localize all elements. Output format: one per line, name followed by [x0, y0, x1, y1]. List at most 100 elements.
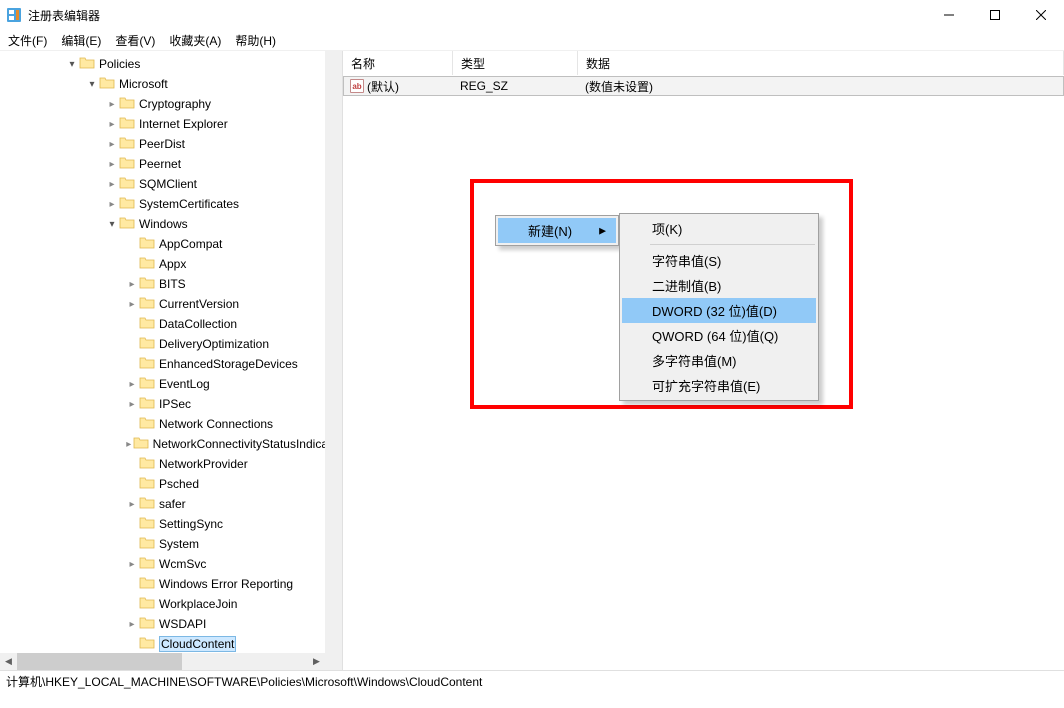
ctx-item-string[interactable]: 字符串值(S)	[622, 248, 816, 273]
tree-item[interactable]: ▸PeerDist	[0, 134, 342, 154]
scroll-left-button[interactable]: ◀	[0, 653, 17, 670]
window-title: 注册表编辑器	[28, 7, 100, 24]
tree-item[interactable]: EnhancedStorageDevices	[0, 354, 342, 374]
tree-item[interactable]: ▸Cryptography	[0, 94, 342, 114]
list-row[interactable]: ab (默认) REG_SZ (数值未设置)	[343, 76, 1064, 96]
tree-item[interactable]: DataCollection	[0, 314, 342, 334]
menu-file[interactable]: 文件(F)	[8, 32, 47, 49]
tree-pane: ▾Policies▾Microsoft▸Cryptography▸Interne…	[0, 51, 343, 670]
folder-icon	[139, 516, 155, 532]
folder-icon	[119, 196, 135, 212]
folder-icon	[139, 276, 155, 292]
ctx-item-qword[interactable]: QWORD (64 位)值(Q)	[622, 323, 816, 348]
tree-item[interactable]: ▸BITS	[0, 274, 342, 294]
scroll-thumb[interactable]	[17, 653, 182, 670]
ctx-separator	[650, 244, 815, 245]
tree-item[interactable]: WorkplaceJoin	[0, 594, 342, 614]
submenu-arrow-icon: ▶	[599, 225, 606, 236]
ctx-item-key[interactable]: 项(K)	[622, 216, 816, 241]
folder-icon	[99, 76, 115, 92]
tree-item[interactable]: ▸CurrentVersion	[0, 294, 342, 314]
titlebar: 注册表编辑器	[0, 0, 1064, 30]
tree-item[interactable]: SettingSync	[0, 514, 342, 534]
ctx-item-binary[interactable]: 二进制值(B)	[622, 273, 816, 298]
col-header-type[interactable]: 类型	[453, 51, 578, 75]
folder-icon	[139, 256, 155, 272]
tree-item[interactable]: ▸IPSec	[0, 394, 342, 414]
context-submenu: 项(K) 字符串值(S) 二进制值(B) DWORD (32 位)值(D) QW…	[619, 213, 819, 401]
value-type: REG_SZ	[454, 79, 579, 93]
ctx-item-dword[interactable]: DWORD (32 位)值(D)	[622, 298, 816, 323]
list-header: 名称 类型 数据	[343, 51, 1064, 76]
tree-item[interactable]: ▸Peernet	[0, 154, 342, 174]
folder-icon	[119, 116, 135, 132]
menu-help[interactable]: 帮助(H)	[235, 32, 276, 49]
folder-icon	[139, 456, 155, 472]
tree-item[interactable]: System	[0, 534, 342, 554]
folder-icon	[133, 436, 149, 452]
tree-item[interactable]: Psched	[0, 474, 342, 494]
folder-icon	[139, 636, 155, 652]
tree-item[interactable]: ▸WSDAPI	[0, 614, 342, 634]
folder-icon	[139, 316, 155, 332]
folder-icon	[139, 336, 155, 352]
tree-item[interactable]: ▸NetworkConnectivityStatusIndicator	[0, 434, 342, 454]
folder-icon	[139, 416, 155, 432]
tree-item[interactable]: Network Connections	[0, 414, 342, 434]
close-button[interactable]	[1018, 0, 1064, 30]
folder-icon	[139, 576, 155, 592]
window-controls	[926, 0, 1064, 30]
tree-item[interactable]: ▸SQMClient	[0, 174, 342, 194]
tree-scrollbar-horizontal[interactable]: ◀ ▶	[0, 653, 325, 670]
tree-item[interactable]: ▸safer	[0, 494, 342, 514]
tree-item[interactable]: ▾Windows	[0, 214, 342, 234]
list-pane: 名称 类型 数据 ab (默认) REG_SZ (数值未设置) 新建(N) ▶ …	[343, 51, 1064, 670]
tree-item[interactable]: ▸WcmSvc	[0, 554, 342, 574]
menu-favorites[interactable]: 收藏夹(A)	[169, 32, 221, 49]
registry-tree[interactable]: ▾Policies▾Microsoft▸Cryptography▸Interne…	[0, 51, 342, 670]
tree-item[interactable]: Appx	[0, 254, 342, 274]
tree-item[interactable]: AppCompat	[0, 234, 342, 254]
tree-item[interactable]: Windows Error Reporting	[0, 574, 342, 594]
menu-view[interactable]: 查看(V)	[115, 32, 155, 49]
tree-item[interactable]: ▾Policies	[0, 54, 342, 74]
folder-icon	[79, 56, 95, 72]
folder-icon	[139, 556, 155, 572]
maximize-button[interactable]	[972, 0, 1018, 30]
scroll-right-button[interactable]: ▶	[308, 653, 325, 670]
menu-edit[interactable]: 编辑(E)	[61, 32, 101, 49]
tree-item[interactable]: ▸SystemCertificates	[0, 194, 342, 214]
tree-item[interactable]: NetworkProvider	[0, 454, 342, 474]
folder-icon	[139, 236, 155, 252]
statusbar: 计算机\HKEY_LOCAL_MACHINE\SOFTWARE\Policies…	[0, 670, 1064, 692]
folder-icon	[119, 136, 135, 152]
tree-item[interactable]: ▾Microsoft	[0, 74, 342, 94]
folder-icon	[139, 296, 155, 312]
col-header-name[interactable]: 名称	[343, 51, 453, 75]
folder-icon	[119, 156, 135, 172]
tree-item[interactable]: ▸Internet Explorer	[0, 114, 342, 134]
folder-icon	[139, 536, 155, 552]
reg-string-icon: ab	[350, 79, 364, 93]
tree-item[interactable]: CloudContent	[0, 634, 342, 654]
scrollbar-corner	[325, 653, 342, 670]
ctx-item-new[interactable]: 新建(N) ▶	[498, 218, 616, 243]
menubar: 文件(F) 编辑(E) 查看(V) 收藏夹(A) 帮助(H)	[0, 30, 1064, 50]
context-menu: 新建(N) ▶	[495, 215, 619, 246]
folder-icon	[139, 496, 155, 512]
app-icon	[6, 7, 22, 23]
ctx-item-multistring[interactable]: 多字符串值(M)	[622, 348, 816, 373]
tree-scrollbar-vertical[interactable]	[325, 51, 342, 653]
minimize-button[interactable]	[926, 0, 972, 30]
folder-icon	[139, 596, 155, 612]
ctx-item-expandstring[interactable]: 可扩充字符串值(E)	[622, 373, 816, 398]
tree-item[interactable]: DeliveryOptimization	[0, 334, 342, 354]
folder-icon	[139, 476, 155, 492]
tree-item[interactable]: ▸EventLog	[0, 374, 342, 394]
folder-icon	[119, 96, 135, 112]
folder-icon	[119, 176, 135, 192]
value-data: (数值未设置)	[579, 78, 1063, 95]
col-header-data[interactable]: 数据	[578, 51, 1064, 75]
folder-icon	[139, 376, 155, 392]
folder-icon	[119, 216, 135, 232]
